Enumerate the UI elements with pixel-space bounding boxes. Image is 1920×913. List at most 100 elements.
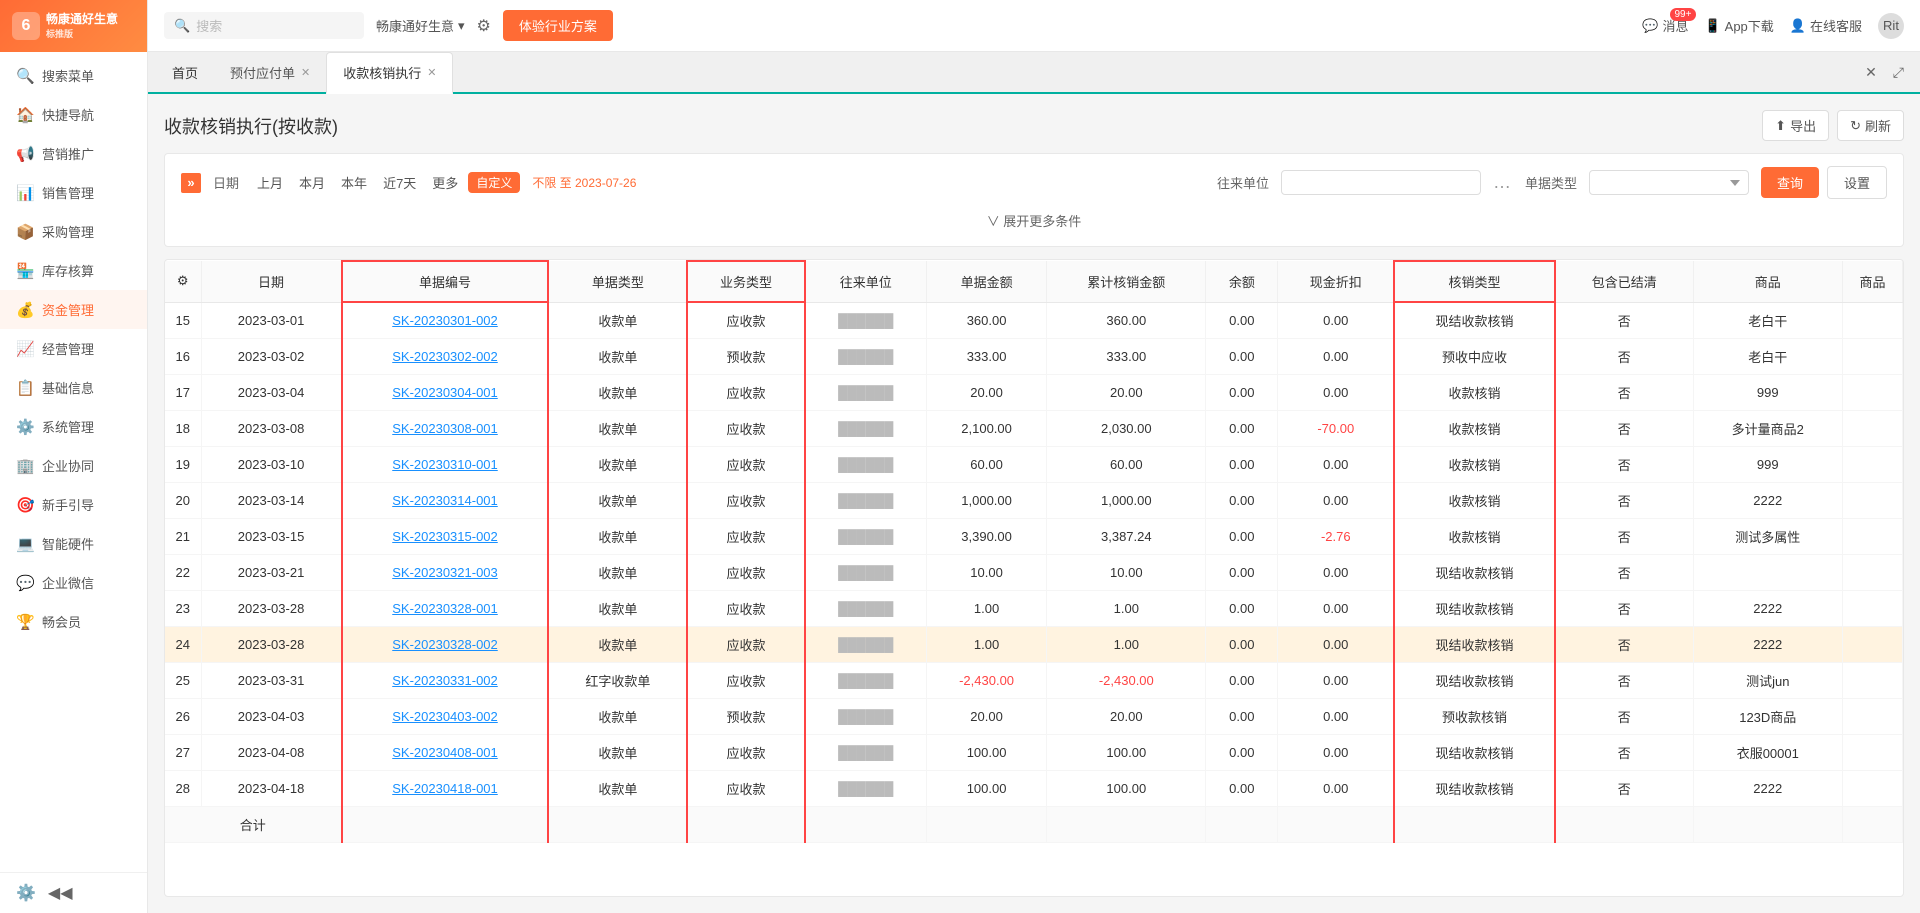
row-date: 2023-03-28 bbox=[201, 591, 342, 627]
sidebar-item-operations[interactable]: 📈 经营管理 bbox=[0, 329, 147, 368]
row-writeoff-type: 预收中应收 bbox=[1394, 339, 1555, 375]
sidebar-item-guide[interactable]: 🎯 新手引导 bbox=[0, 485, 147, 524]
message-button[interactable]: 💬 消息 99+ bbox=[1642, 16, 1688, 35]
query-button[interactable]: 查询 bbox=[1761, 167, 1819, 198]
doc-no-link[interactable]: SK-20230328-002 bbox=[392, 637, 498, 652]
sidebar-item-sales[interactable]: 📊 销售管理 bbox=[0, 173, 147, 212]
company-dropdown[interactable]: 畅康通好生意 ▾ bbox=[376, 16, 465, 35]
doc-no-link[interactable]: SK-20230308-001 bbox=[392, 421, 498, 436]
row-counterpart: ██████ bbox=[805, 339, 927, 375]
export-button[interactable]: ⬆ 导出 bbox=[1762, 110, 1829, 141]
sidebar-item-enterprise[interactable]: 🏢 企业协同 bbox=[0, 446, 147, 485]
gear-icon[interactable]: ⚙ bbox=[477, 16, 491, 36]
doc-no-link[interactable]: SK-20230331-002 bbox=[392, 673, 498, 688]
hardware-icon: 💻 bbox=[16, 535, 34, 553]
table-row: 28 2023-04-18 SK-20230418-001 收款单 应收款 ██… bbox=[165, 771, 1903, 807]
sidebar-item-inventory[interactable]: 🏪 库存核算 bbox=[0, 251, 147, 290]
doc-no-link[interactable]: SK-20230321-003 bbox=[392, 565, 498, 580]
home-icon: 🏠 bbox=[16, 106, 34, 124]
row-date: 2023-03-28 bbox=[201, 627, 342, 663]
row-product1: 2222 bbox=[1693, 771, 1842, 807]
row-counterpart: ██████ bbox=[805, 591, 927, 627]
doc-no-link[interactable]: SK-20230310-001 bbox=[392, 457, 498, 472]
doc-no-link[interactable]: SK-20230403-002 bbox=[392, 709, 498, 724]
setting-button[interactable]: 设置 bbox=[1827, 166, 1887, 199]
row-doc-type: 收款单 bbox=[548, 519, 687, 555]
row-include-settled: 否 bbox=[1555, 411, 1693, 447]
tab-prepay-close[interactable]: ✕ bbox=[301, 66, 310, 79]
filter-bar: » 日期 上月 本月 本年 近7天 更多 自定义 不限 至 2023-07-26… bbox=[164, 153, 1904, 247]
data-table: ⚙ 日期 单据编号 单据类型 业务类型 往来单位 单据金额 累计核销金额 余额 … bbox=[165, 260, 1903, 843]
sidebar-item-system[interactable]: ⚙️ 系统管理 bbox=[0, 407, 147, 446]
tab-collection-close[interactable]: ✕ bbox=[427, 66, 436, 79]
sidebar-item-finance[interactable]: 💰 资金管理 bbox=[0, 290, 147, 329]
custom-btn[interactable]: 自定义 bbox=[468, 172, 520, 193]
sidebar-item-purchase[interactable]: 📦 采购管理 bbox=[0, 212, 147, 251]
sidebar-item-member[interactable]: 🏆 畅会员 bbox=[0, 602, 147, 641]
row-date: 2023-03-01 bbox=[201, 302, 342, 339]
row-doc-no: SK-20230328-002 bbox=[342, 627, 549, 663]
search-bar[interactable]: 🔍 搜索 bbox=[164, 12, 364, 39]
row-counterpart: ██████ bbox=[805, 411, 927, 447]
doc-no-link[interactable]: SK-20230304-001 bbox=[392, 385, 498, 400]
row-product2 bbox=[1843, 411, 1903, 447]
doc-no-link[interactable]: SK-20230408-001 bbox=[392, 745, 498, 760]
doc-no-link[interactable]: SK-20230302-002 bbox=[392, 349, 498, 364]
row-writeoff-type: 收款核销 bbox=[1394, 447, 1555, 483]
sidebar-item-wechat-label: 企业微信 bbox=[42, 573, 94, 592]
row-balance: 0.00 bbox=[1206, 302, 1278, 339]
service-label: 在线客服 bbox=[1810, 16, 1862, 35]
row-product1: 999 bbox=[1693, 447, 1842, 483]
tab-expand[interactable]: ⤢ bbox=[1885, 60, 1912, 85]
counterpart-input[interactable] bbox=[1281, 170, 1481, 195]
last-7-days-btn[interactable]: 近7天 bbox=[377, 171, 422, 194]
online-service-button[interactable]: 👤 在线客服 bbox=[1790, 16, 1862, 35]
row-product1: 2222 bbox=[1693, 627, 1842, 663]
solution-button[interactable]: 体验行业方案 bbox=[503, 10, 613, 41]
sidebar-item-marketing[interactable]: 📢 营销推广 bbox=[0, 134, 147, 173]
collapse-icon[interactable]: ◀◀ bbox=[48, 883, 73, 903]
doc-no-link[interactable]: SK-20230315-002 bbox=[392, 529, 498, 544]
doc-no-link[interactable]: SK-20230328-001 bbox=[392, 601, 498, 616]
col-writeoff-type: 核销类型 bbox=[1394, 261, 1555, 302]
row-amount: 20.00 bbox=[926, 375, 1046, 411]
tab-home[interactable]: 首页 bbox=[156, 53, 214, 92]
filter-expand-button[interactable]: » bbox=[181, 173, 201, 193]
row-date: 2023-03-31 bbox=[201, 663, 342, 699]
sidebar-item-search[interactable]: 🔍 搜索菜单 bbox=[0, 56, 147, 95]
row-no: 20 bbox=[165, 483, 201, 519]
sidebar-item-basic[interactable]: 📋 基础信息 bbox=[0, 368, 147, 407]
refresh-button[interactable]: ↻ 刷新 bbox=[1837, 110, 1904, 141]
row-include-settled: 否 bbox=[1555, 375, 1693, 411]
col-settings[interactable]: ⚙ bbox=[165, 261, 201, 302]
last-month-btn[interactable]: 上月 bbox=[251, 171, 289, 194]
avatar[interactable]: Rit bbox=[1878, 13, 1904, 39]
row-include-settled: 否 bbox=[1555, 555, 1693, 591]
this-year-btn[interactable]: 本年 bbox=[335, 171, 373, 194]
receipt-type-select[interactable] bbox=[1589, 170, 1749, 195]
doc-no-link[interactable]: SK-20230314-001 bbox=[392, 493, 498, 508]
row-counterpart: ██████ bbox=[805, 483, 927, 519]
search-icon: 🔍 bbox=[174, 18, 190, 34]
tab-close-all[interactable]: ✕ bbox=[1857, 60, 1885, 85]
settings-footer-icon[interactable]: ⚙️ bbox=[16, 883, 36, 903]
row-doc-no: SK-20230328-001 bbox=[342, 591, 549, 627]
expand-conditions-button[interactable]: ∨ 展开更多条件 bbox=[181, 207, 1887, 234]
sidebar-item-hardware[interactable]: 💻 智能硬件 bbox=[0, 524, 147, 563]
doc-no-link[interactable]: SK-20230418-001 bbox=[392, 781, 498, 796]
doc-no-link[interactable]: SK-20230301-002 bbox=[392, 313, 498, 328]
sidebar-item-quick[interactable]: 🏠 快捷导航 bbox=[0, 95, 147, 134]
row-no: 19 bbox=[165, 447, 201, 483]
more-btn[interactable]: 更多 bbox=[426, 171, 464, 194]
row-biz-type: 应收款 bbox=[687, 735, 804, 771]
row-biz-type: 应收款 bbox=[687, 771, 804, 807]
app-download-button[interactable]: 📱 App下载 bbox=[1704, 16, 1773, 35]
col-amount: 单据金额 bbox=[926, 261, 1046, 302]
sidebar-item-wechat[interactable]: 💬 企业微信 bbox=[0, 563, 147, 602]
data-table-container: ⚙ 日期 单据编号 单据类型 业务类型 往来单位 单据金额 累计核销金额 余额 … bbox=[164, 259, 1904, 897]
row-doc-type: 收款单 bbox=[548, 339, 687, 375]
this-month-btn[interactable]: 本月 bbox=[293, 171, 331, 194]
table-settings-icon[interactable]: ⚙ bbox=[177, 273, 189, 288]
tab-prepay[interactable]: 预付应付单 ✕ bbox=[214, 53, 326, 92]
tab-collection[interactable]: 收款核销执行 ✕ bbox=[326, 52, 453, 94]
